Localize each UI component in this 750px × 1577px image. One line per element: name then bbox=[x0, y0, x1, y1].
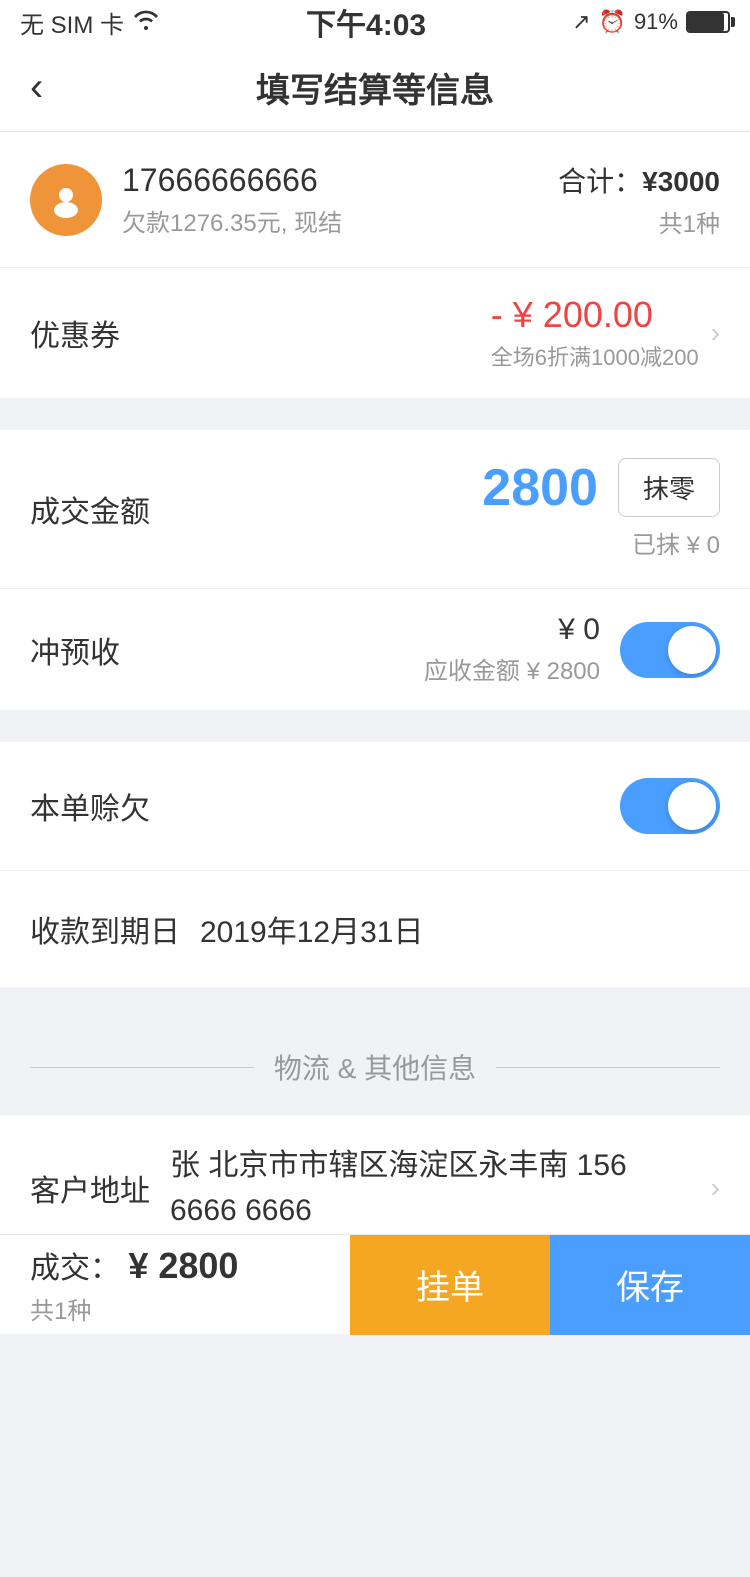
coupon-info: - ¥ 200.00 全场6折满1000减200 bbox=[491, 294, 699, 372]
bottom-info: 成交： ¥ 2800 共1种 bbox=[0, 1243, 350, 1326]
location-icon: ↗ bbox=[572, 9, 590, 35]
time-display: 下午4:03 bbox=[306, 0, 426, 44]
customer-sub-info: 欠款1276.35元, 现结 bbox=[122, 203, 342, 238]
address-value: 张 北京市市辖区海淀区永丰南 156 6666 6666 bbox=[150, 1143, 711, 1233]
coupon-desc: 全场6折满1000减200 bbox=[491, 340, 699, 372]
page-title: 填写结算等信息 bbox=[256, 63, 494, 112]
toggle-knob bbox=[668, 626, 716, 674]
bottom-count: 共1种 bbox=[30, 1291, 320, 1326]
logistics-line-left bbox=[30, 1067, 254, 1068]
logistics-line-right bbox=[496, 1067, 720, 1068]
pre-collect-row: 冲预收 ¥ 0 应收金额 ¥ 2800 bbox=[0, 589, 750, 710]
logistics-title: 物流 & 其他信息 bbox=[274, 1047, 476, 1087]
divider-1 bbox=[0, 414, 750, 430]
address-label: 客户地址 bbox=[30, 1166, 150, 1210]
coupon-discount: - ¥ 200.00 bbox=[491, 294, 699, 336]
deal-amount-right: 2800 抹零 已抹 ¥ 0 bbox=[482, 458, 720, 560]
bottom-bar: 成交： ¥ 2800 共1种 挂单 保存 bbox=[0, 1234, 750, 1334]
no-debt-section: 本单赊欠 收款到期日 2019年12月31日 bbox=[0, 742, 750, 987]
pending-button[interactable]: 挂单 bbox=[350, 1235, 550, 1335]
pre-collect-amounts: ¥ 0 应收金额 ¥ 2800 bbox=[424, 613, 600, 686]
pre-collect-right: ¥ 0 应收金额 ¥ 2800 bbox=[424, 613, 720, 686]
pre-collect-toggle[interactable] bbox=[620, 622, 720, 678]
bottom-deal-label: 成交： bbox=[30, 1252, 120, 1285]
status-right: ↗ ⏰ 91% bbox=[572, 9, 730, 35]
divider-2 bbox=[0, 726, 750, 742]
no-debt-toggle-knob bbox=[668, 782, 716, 830]
due-date-row: 收款到期日 2019年12月31日 bbox=[0, 870, 750, 987]
pre-receivable-text: 应收金额 ¥ 2800 bbox=[424, 651, 600, 686]
battery-icon bbox=[686, 11, 730, 33]
coupon-right: - ¥ 200.00 全场6折满1000减200 › bbox=[491, 294, 720, 372]
due-date-value: 2019年12月31日 bbox=[200, 907, 423, 951]
avatar bbox=[30, 164, 102, 236]
pre-amount-value: ¥ 0 bbox=[424, 613, 600, 647]
amount-area: 2800 抹零 bbox=[482, 458, 720, 517]
deal-amount-label: 成交金额 bbox=[30, 487, 150, 531]
no-debt-label: 本单赊欠 bbox=[30, 784, 150, 828]
deal-amount-row: 成交金额 2800 抹零 已抹 ¥ 0 bbox=[0, 430, 750, 589]
nav-bar: ‹ 填写结算等信息 bbox=[0, 44, 750, 132]
deal-amount-section: 成交金额 2800 抹零 已抹 ¥ 0 冲预收 ¥ 0 应收金额 ¥ 2800 bbox=[0, 430, 750, 710]
back-button[interactable]: ‹ bbox=[20, 55, 53, 120]
amount-sub-text: 已抹 ¥ 0 bbox=[482, 525, 720, 560]
status-left: 无 SIM 卡 bbox=[20, 5, 160, 40]
customer-info: 17666666666 欠款1276.35元, 现结 bbox=[122, 162, 342, 238]
total-label: 合计：¥3000 bbox=[558, 160, 720, 200]
status-bar: 无 SIM 卡 下午4:03 ↗ ⏰ 91% bbox=[0, 0, 750, 44]
coupon-label: 优惠券 bbox=[30, 311, 120, 355]
round-zero-button[interactable]: 抹零 bbox=[618, 458, 720, 517]
bottom-deal-amount: ¥ 2800 bbox=[128, 1245, 238, 1286]
save-button[interactable]: 保存 bbox=[550, 1235, 750, 1335]
customer-row: 17666666666 欠款1276.35元, 现结 合计：¥3000 共1种 bbox=[0, 132, 750, 267]
customer-phone: 17666666666 bbox=[122, 162, 342, 199]
item-count: 共1种 bbox=[558, 204, 720, 239]
customer-left: 17666666666 欠款1276.35元, 现结 bbox=[30, 162, 342, 238]
address-chevron-icon: › bbox=[711, 1172, 720, 1204]
customer-section: 17666666666 欠款1276.35元, 现结 合计：¥3000 共1种 … bbox=[0, 132, 750, 398]
no-debt-toggle[interactable] bbox=[620, 778, 720, 834]
coupon-row[interactable]: 优惠券 - ¥ 200.00 全场6折满1000减200 › bbox=[0, 267, 750, 398]
deal-amount-value: 2800 bbox=[482, 462, 598, 514]
divider-3 bbox=[0, 1003, 750, 1019]
alarm-icon: ⏰ bbox=[599, 9, 626, 35]
due-date-label: 收款到期日 bbox=[30, 907, 180, 951]
battery-percent: 91% bbox=[634, 9, 678, 35]
customer-right: 合计：¥3000 共1种 bbox=[558, 160, 720, 239]
no-debt-row: 本单赊欠 bbox=[0, 742, 750, 870]
carrier-text: 无 SIM 卡 bbox=[20, 5, 124, 40]
pre-collect-label: 冲预收 bbox=[30, 628, 120, 672]
wifi-icon bbox=[132, 8, 160, 37]
chevron-right-icon: › bbox=[711, 317, 720, 349]
bottom-deal-text: 成交： ¥ 2800 bbox=[30, 1243, 320, 1287]
logistics-header: 物流 & 其他信息 bbox=[0, 1019, 750, 1115]
